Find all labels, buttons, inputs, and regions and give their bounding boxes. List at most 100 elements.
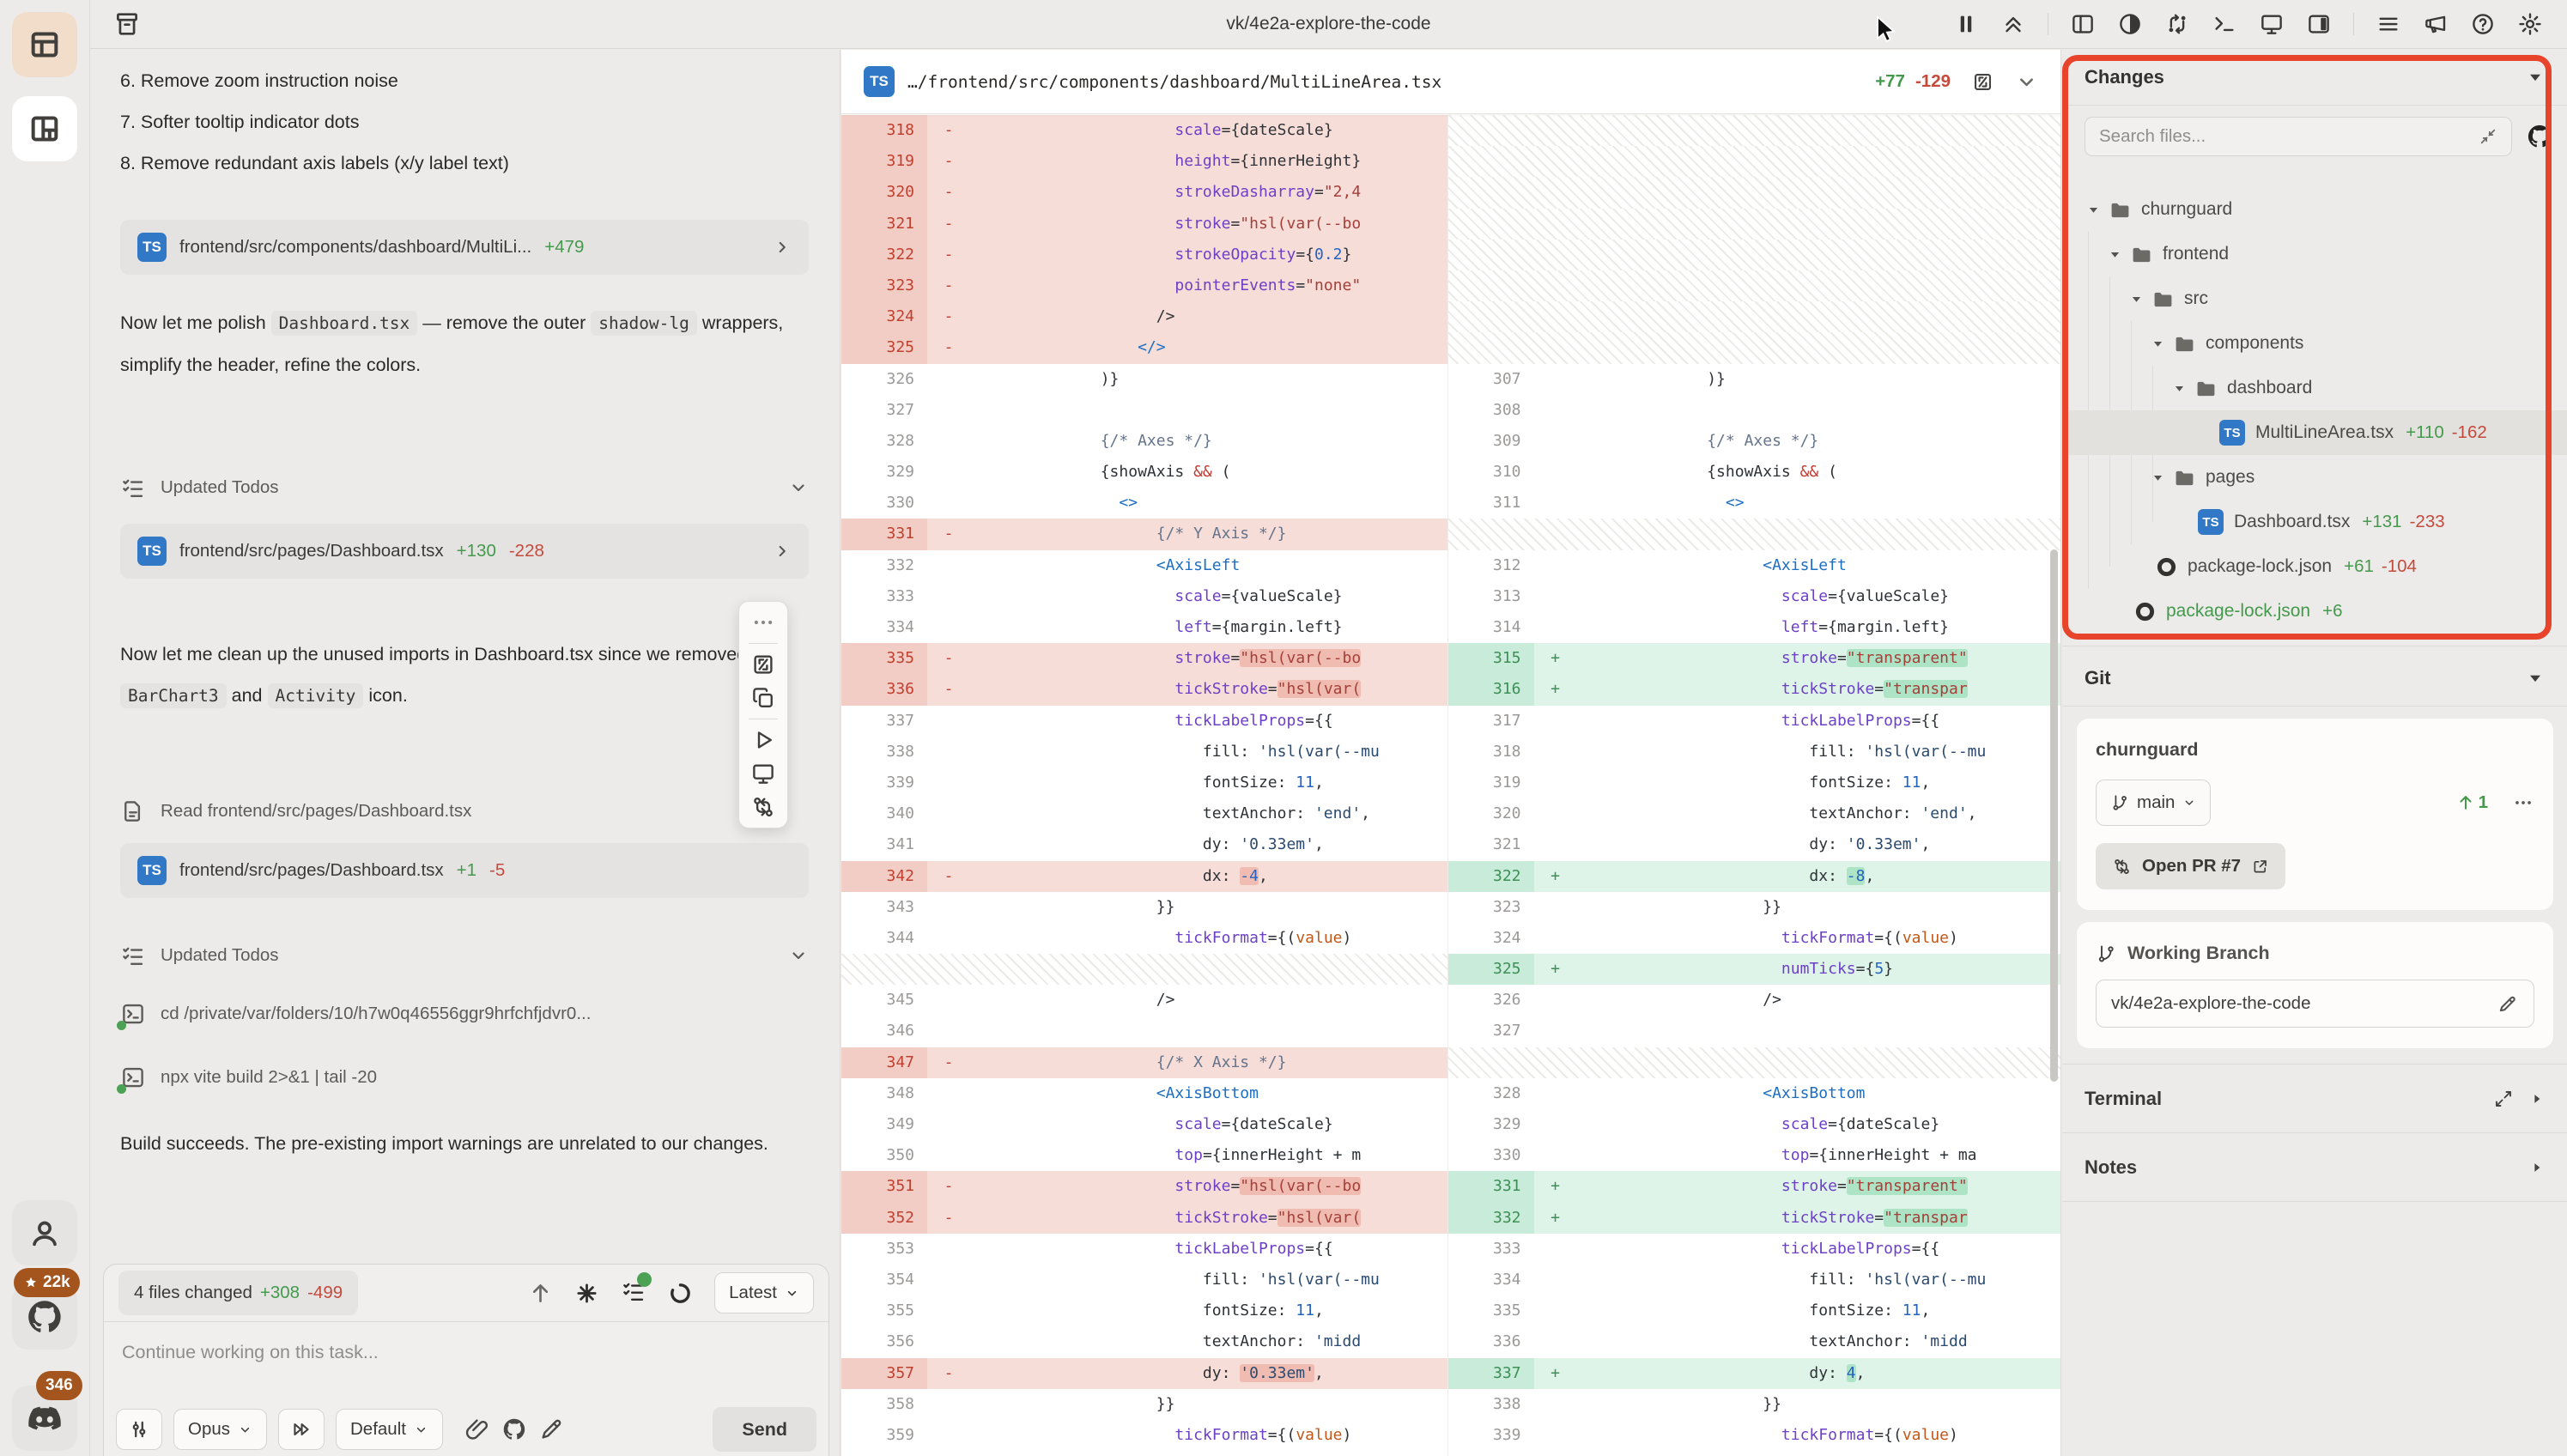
caret-down-icon[interactable] — [2151, 470, 2165, 485]
working-branch-input[interactable]: vk/4e2a-explore-the-code — [2096, 980, 2534, 1028]
expand-icon[interactable] — [2493, 1089, 2514, 1109]
message-input[interactable]: Continue working on this task... — [104, 1322, 828, 1383]
github-cat-icon[interactable] — [2526, 123, 2553, 150]
file-chip-dashboard-2[interactable]: TS frontend/src/pages/Dashboard.tsx +1 -… — [120, 843, 809, 898]
git-section-header[interactable]: Git — [2062, 651, 2567, 706]
updated-todos-row-2[interactable]: Updated Todos — [120, 936, 809, 975]
pen-icon[interactable] — [538, 1417, 564, 1442]
tree-item-package-lock-json[interactable]: package-lock.json+6 — [2062, 589, 2567, 634]
archive-icon[interactable] — [112, 9, 142, 39]
caret-down-icon[interactable] — [2172, 381, 2187, 396]
sidebar-layout-button[interactable] — [12, 12, 77, 77]
notes-section-header[interactable]: Notes — [2062, 1133, 2567, 1201]
sidebar-board-button[interactable] — [12, 96, 77, 161]
inline-code: shadow-lg — [591, 311, 697, 336]
monitor-icon[interactable] — [2259, 11, 2285, 37]
added-count: +130 — [457, 541, 496, 561]
success-dot — [117, 1084, 126, 1094]
tree-item-multilinearea-tsx[interactable]: TSMultiLineArea.tsx+110-162 — [2062, 410, 2567, 455]
diff-scrollbar[interactable] — [2050, 549, 2058, 1082]
git-compare-icon[interactable] — [750, 794, 776, 820]
open-pr-button[interactable]: Open PR #7 — [2096, 843, 2285, 889]
updated-todos-row-1[interactable]: Updated Todos — [120, 468, 809, 507]
typescript-icon: TS — [2219, 420, 2245, 446]
collapse-icon[interactable] — [2479, 127, 2497, 146]
pencil-icon[interactable] — [2497, 992, 2519, 1015]
line-number: 311 — [1448, 488, 1534, 519]
model-dropdown[interactable]: Opus — [173, 1409, 267, 1450]
settings-sliders-button[interactable] — [116, 1409, 162, 1450]
tree-item-components[interactable]: components — [2062, 321, 2567, 366]
mode-dropdown[interactable]: Default — [336, 1409, 443, 1450]
code-line: fill: 'hsl(var(--mu — [1577, 737, 2061, 767]
gear-icon[interactable] — [2517, 11, 2543, 37]
split-view-icon[interactable] — [2070, 11, 2096, 37]
diff-view-toggle-icon[interactable] — [1971, 70, 1994, 94]
file-chip-dashboard-1[interactable]: TS frontend/src/pages/Dashboard.tsx +130… — [120, 524, 809, 579]
announce-icon[interactable] — [2423, 11, 2449, 37]
attach-icon[interactable] — [464, 1417, 490, 1442]
more-options-icon[interactable] — [750, 610, 776, 635]
terminal-cmd-row-1[interactable]: cd /private/var/folders/10/h7w0q46556ggr… — [120, 994, 809, 1034]
line-number: 313 — [1448, 581, 1534, 612]
profile-button[interactable] — [12, 1200, 77, 1265]
pause-icon[interactable] — [1953, 11, 1979, 37]
tree-item-frontend[interactable]: frontend — [2062, 232, 2567, 276]
github-cat-icon[interactable] — [501, 1417, 527, 1442]
preview-icon[interactable] — [750, 761, 776, 786]
chevron-down-icon — [788, 477, 809, 498]
run-icon[interactable] — [750, 727, 776, 753]
git-compare-icon[interactable] — [2164, 11, 2190, 37]
tree-item-dashboard[interactable]: dashboard — [2062, 366, 2567, 410]
menu-icon[interactable] — [2376, 11, 2401, 37]
file-chip-path: frontend/src/pages/Dashboard.tsx — [179, 860, 444, 881]
folder-icon — [2151, 288, 2175, 311]
tree-item-src[interactable]: src — [2062, 276, 2567, 321]
terminal-cmd-row-2[interactable]: npx vite build 2>&1 | tail -20 — [120, 1058, 809, 1097]
model-label: Opus — [188, 1419, 230, 1440]
commits-ahead[interactable]: 1 — [2456, 792, 2488, 813]
chevron-down-icon[interactable] — [2015, 70, 2038, 94]
fast-forward-button[interactable] — [278, 1409, 325, 1450]
collapse-all-icon[interactable] — [2000, 11, 2026, 37]
tree-item-label: pages — [2206, 467, 2254, 488]
branch-dropdown[interactable]: main — [2096, 780, 2211, 826]
line-number: 350 — [841, 1140, 927, 1171]
screenshot-icon[interactable] — [750, 652, 776, 677]
latest-dropdown[interactable]: Latest — [714, 1272, 814, 1313]
tree-item-package-lock-json[interactable]: package-lock.json+61-104 — [2062, 544, 2567, 589]
line-number: 333 — [841, 581, 927, 612]
copy-icon[interactable] — [750, 685, 776, 711]
changes-section-header[interactable]: Changes — [2062, 50, 2567, 105]
more-options-icon[interactable] — [2512, 792, 2534, 814]
terminal-icon[interactable] — [2212, 11, 2237, 37]
contrast-icon[interactable] — [2117, 11, 2143, 37]
code-line: {showAxis && ( — [970, 457, 1447, 488]
line-number: 349 — [841, 1109, 927, 1140]
fast-forward-icon — [290, 1418, 313, 1441]
star-icon — [23, 1275, 39, 1290]
read-file-row[interactable]: Read frontend/src/pages/Dashboard.tsx — [120, 792, 809, 831]
caret-down-icon[interactable] — [2151, 337, 2165, 351]
github-button[interactable]: 22k — [12, 1284, 77, 1350]
tree-item-churnguard[interactable]: churnguard — [2062, 187, 2567, 232]
caret-down-icon[interactable] — [2108, 247, 2122, 262]
scroll-up-icon[interactable] — [528, 1281, 553, 1306]
search-files-input[interactable]: Search files... — [2085, 117, 2512, 156]
discord-button[interactable]: 346 — [12, 1386, 77, 1451]
help-icon[interactable] — [2470, 11, 2496, 37]
code-line — [1577, 1016, 2061, 1046]
caret-down-icon[interactable] — [2086, 203, 2101, 217]
line-number: 307 — [1448, 364, 1534, 395]
caret-down-icon[interactable] — [2129, 292, 2144, 306]
terminal-section-header[interactable]: Terminal — [2062, 1065, 2567, 1132]
right-sidebar-icon[interactable] — [2306, 11, 2332, 37]
files-changed-chip[interactable]: 4 files changed +308 -499 — [118, 1271, 358, 1315]
file-chip-multilinearea[interactable]: TS frontend/src/components/dashboard/Mul… — [120, 220, 809, 275]
open-pr-label: Open PR #7 — [2142, 856, 2241, 877]
tree-item-dashboard-tsx[interactable]: TSDashboard.tsx+131-233 — [2062, 500, 2567, 544]
send-button[interactable]: Send — [713, 1407, 816, 1452]
removed-count: -104 — [2382, 556, 2417, 577]
burst-icon[interactable] — [574, 1281, 599, 1306]
tree-item-pages[interactable]: pages — [2062, 455, 2567, 500]
